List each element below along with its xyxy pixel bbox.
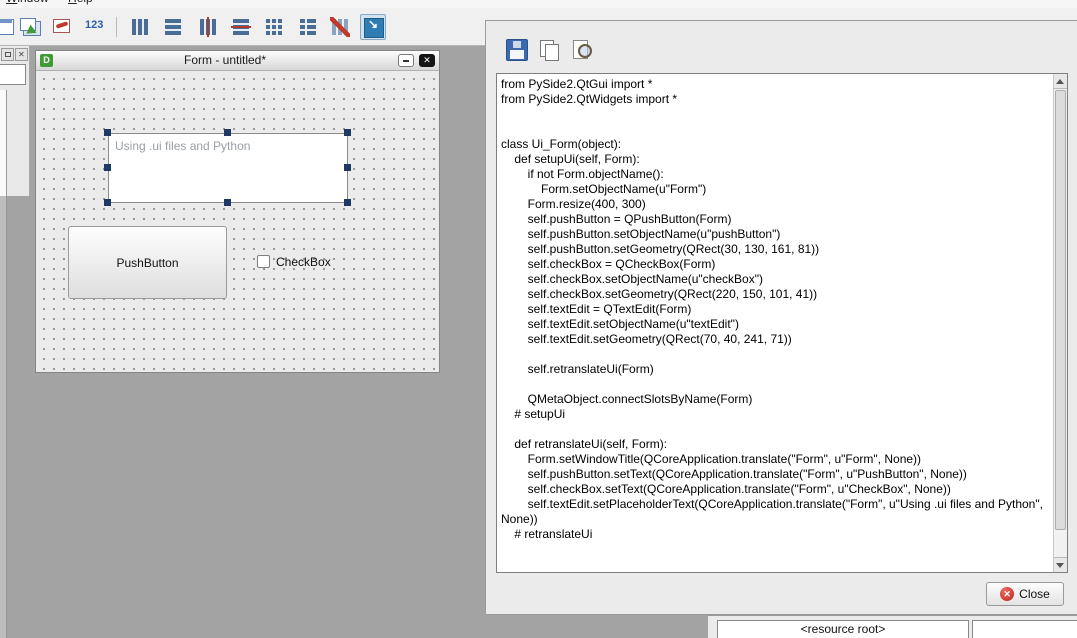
selection-handle-bottom-center[interactable] [224,199,231,206]
left-panel-strip-lower [0,196,7,638]
form-designer-window: D Form - untitled* Using .ui files and P… [35,50,440,373]
code-view: from PySide2.QtGui import * from PySide2… [496,73,1068,573]
dock-float-button[interactable] [1,48,14,61]
find-icon[interactable] [571,39,593,61]
float-icon [5,52,11,57]
designer-form-icon: D [40,54,53,67]
selection-handle-top-center[interactable] [224,129,231,136]
break-layout-icon[interactable] [328,14,354,40]
form-window-titlebar[interactable]: D Form - untitled* [36,51,439,71]
selection-handle-bottom-right[interactable] [344,199,351,206]
save-icon[interactable] [506,39,528,61]
textedit-widget[interactable]: Using .ui files and Python [108,133,348,203]
edit-widgets-icon[interactable] [0,14,18,40]
resource-root-label: <resource root> [801,622,886,636]
layout-form-icon[interactable] [296,14,322,40]
scrollbar-thumb[interactable] [1055,90,1066,530]
widget-box-dock [0,46,30,196]
qt-designer-window: Window Help 123 D Form - untitled* [0,0,1077,638]
left-panel-strip [0,90,7,196]
scroll-down-button[interactable] [1054,557,1067,572]
adjust-size-icon[interactable] [360,14,386,40]
code-viewer-dialog: from PySide2.QtGui import * from PySide2… [485,20,1077,615]
checkbox-label: CheckBox [276,255,331,269]
layout-vertical-icon[interactable] [161,14,187,40]
resource-root-item[interactable]: <resource root> [717,620,969,638]
edit-signals-slots-icon[interactable] [18,14,44,40]
selection-handle-bottom-left[interactable] [104,199,111,206]
menu-help[interactable]: Help [68,0,93,5]
menu-window[interactable]: Window [6,0,49,5]
edit-tab-order-icon[interactable]: 123 [82,14,108,40]
vertical-scrollbar[interactable] [1053,74,1067,572]
close-button-label: Close [1019,587,1050,601]
close-dialog-button[interactable]: Close [986,582,1064,606]
selection-handle-top-right[interactable] [344,129,351,136]
layout-horizontal-splitter-icon[interactable] [196,14,222,40]
form-window-title: Form - untitled* [56,53,394,67]
menubar: Window Help [0,0,1077,8]
copy-icon[interactable] [538,39,560,61]
menubar-items: Window Help [0,0,1077,5]
layout-horizontal-icon[interactable] [128,14,154,40]
selection-handle-middle-right[interactable] [344,164,351,171]
close-circle-icon [1000,587,1014,601]
widget-filter-input[interactable] [0,64,26,85]
layout-grid-icon[interactable] [262,14,288,40]
resource-browser: <resource root> [708,615,1077,638]
textedit-placeholder: Using .ui files and Python [115,139,250,153]
tab-order-label: 123 [85,19,103,31]
scroll-up-button[interactable] [1054,74,1067,89]
pushbutton-widget[interactable]: PushButton [68,226,227,299]
toolbar-separator [116,17,117,37]
selection-handle-middle-left[interactable] [104,164,111,171]
code-text[interactable]: from PySide2.QtGui import * from PySide2… [497,74,1053,572]
dock-close-button[interactable] [15,48,28,61]
selection-handle-top-left[interactable] [104,129,111,136]
checkbox-indicator [257,255,270,268]
minimize-button[interactable] [398,54,414,67]
form-canvas[interactable]: Using .ui files and Python PushButton Ch… [36,71,439,372]
close-window-button[interactable] [419,54,435,67]
resource-browser-column [972,620,1077,638]
edit-buddies-icon[interactable] [50,14,76,40]
checkbox-widget[interactable]: CheckBox [257,255,367,270]
layout-vertical-splitter-icon[interactable] [229,14,255,40]
